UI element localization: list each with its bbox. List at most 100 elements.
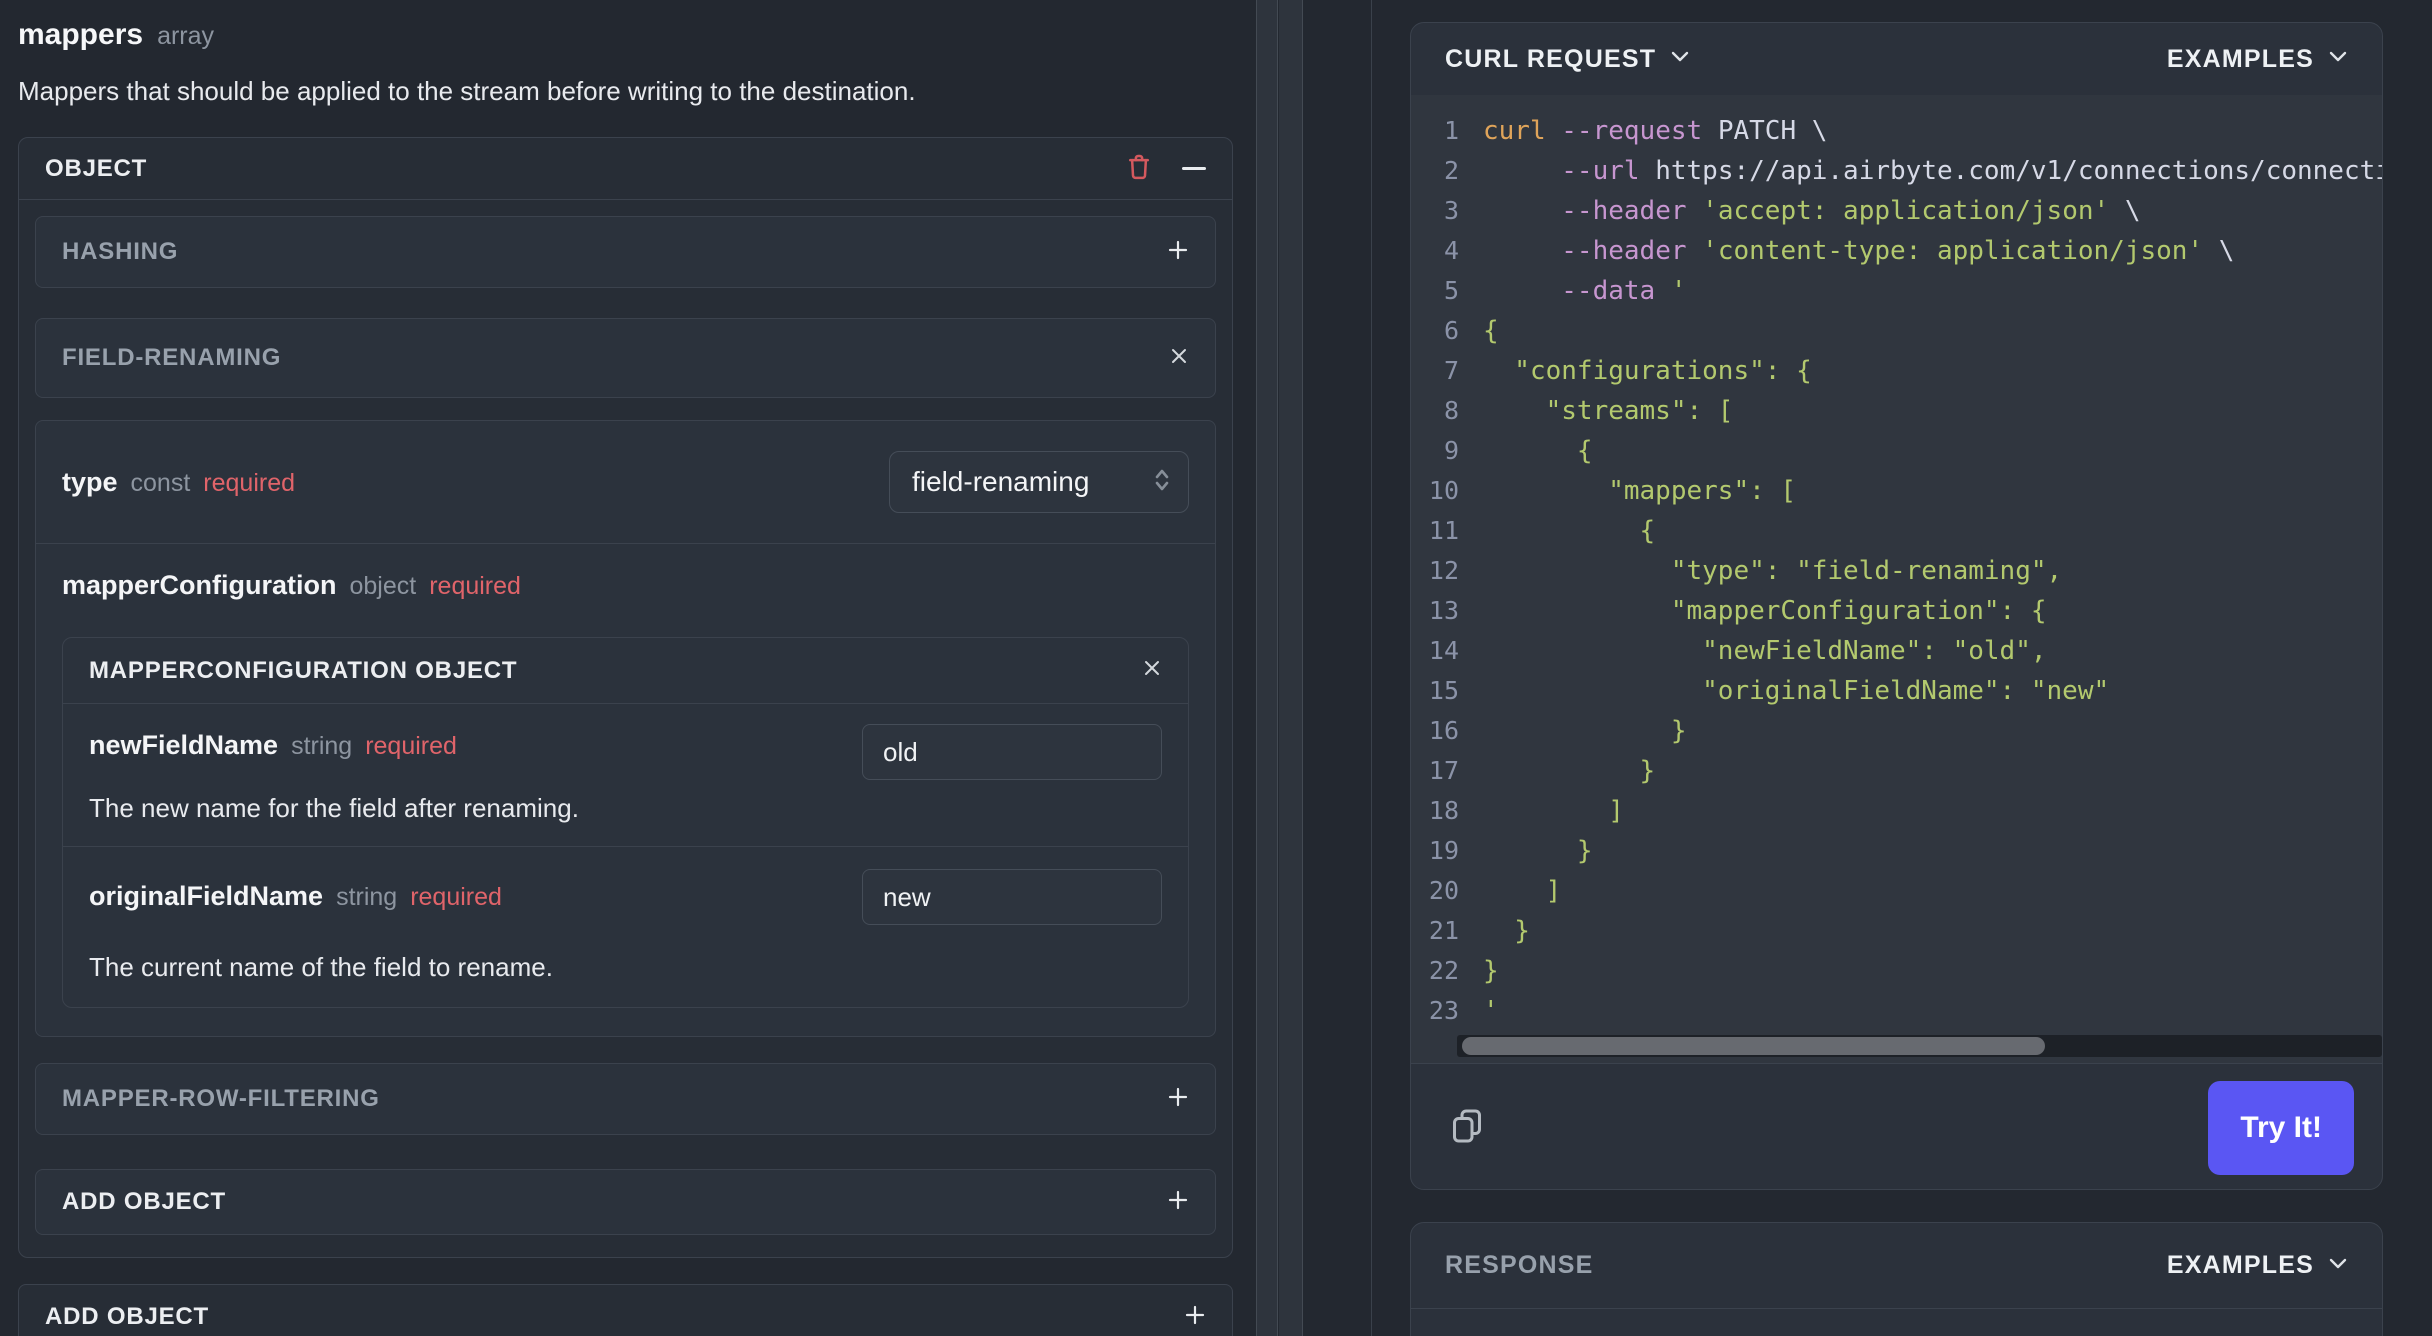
plus-icon[interactable] xyxy=(1167,239,1189,266)
plus-icon[interactable] xyxy=(1167,1086,1189,1113)
property-label-type: type const required xyxy=(62,467,295,498)
code-line: 11 { xyxy=(1411,511,2382,551)
property-required-badge: required xyxy=(429,572,521,600)
code-block: 1 curl --request PATCH \ 2 --url https://a… xyxy=(1411,95,2382,1063)
line-number: 9 xyxy=(1443,436,1459,465)
add-object-button[interactable]: ADD OBJECT xyxy=(35,1169,1216,1235)
chevron-down-icon xyxy=(2328,50,2348,68)
collapse-object-button[interactable] xyxy=(1182,167,1206,170)
left-pane-scrollbar[interactable] xyxy=(1256,0,1278,1336)
line-number: 11 xyxy=(1428,516,1459,545)
field-description: The current name of the field to rename. xyxy=(89,952,553,982)
code-line: 14 "newFieldName": "old", xyxy=(1411,631,2382,671)
code-line: 21 } xyxy=(1411,911,2382,951)
property-required-badge: required xyxy=(203,468,296,497)
field-description: Mappers that should be applied to the st… xyxy=(18,76,916,106)
object-card-header: OBJECT xyxy=(19,138,1232,200)
object-card-actions xyxy=(1124,152,1206,185)
minus-icon xyxy=(1182,167,1206,170)
code-line: 8 "streams": [ xyxy=(1411,391,2382,431)
trash-icon xyxy=(1124,152,1154,185)
close-icon[interactable] xyxy=(1169,346,1189,371)
code-line: 20 ] xyxy=(1411,871,2382,911)
type-select-value: field-renaming xyxy=(912,466,1090,497)
examples-label: EXAMPLES xyxy=(2166,44,2314,73)
try-it-button[interactable]: Try It! xyxy=(2208,1080,2354,1175)
line-number: 19 xyxy=(1428,836,1459,865)
property-row-mapper-configuration: mapperConfiguration object required MAPP… xyxy=(36,544,1215,1036)
delete-object-button[interactable] xyxy=(1124,152,1154,185)
property-name: type xyxy=(62,466,118,497)
line-number: 14 xyxy=(1428,636,1459,665)
copy-code-button[interactable] xyxy=(1447,1106,1487,1149)
line-number: 22 xyxy=(1428,956,1459,985)
code-line: 1 curl --request PATCH \ xyxy=(1411,111,2382,151)
code-line: 16 } xyxy=(1411,711,2382,751)
line-number: 10 xyxy=(1428,476,1459,505)
field-description: The new name for the field after renamin… xyxy=(89,793,579,823)
object-card-title: OBJECT xyxy=(45,154,148,182)
code-line: 3 --header 'accept: application/json' \ xyxy=(1411,191,2382,231)
code-line: 19 } xyxy=(1411,831,2382,871)
field-row-newFieldName: newFieldName string required The new nam… xyxy=(63,704,1188,846)
line-number: 23 xyxy=(1428,996,1459,1025)
response-panel: RESPONSE EXAMPLES xyxy=(1410,1222,2383,1336)
line-number: 20 xyxy=(1428,876,1459,905)
code-line: 23 ' xyxy=(1411,991,2382,1031)
code-line: 22} xyxy=(1411,951,2382,991)
code-line: 7 "configurations": { xyxy=(1411,351,2382,391)
field-row-originalFieldName: originalFieldName string required The cu… xyxy=(63,847,1188,1007)
line-number: 3 xyxy=(1443,196,1459,225)
property-kind: object xyxy=(349,572,417,600)
property-name: mapperConfiguration xyxy=(62,570,337,600)
section-hashing[interactable]: HASHING xyxy=(35,216,1216,288)
curl-request-header: CURL REQUEST EXAMPLES xyxy=(1411,23,2382,95)
line-number: 1 xyxy=(1443,116,1459,145)
line-number: 21 xyxy=(1428,916,1459,945)
plus-icon[interactable] xyxy=(1184,1304,1206,1331)
property-required-badge: required xyxy=(410,883,502,911)
originalFieldName-input[interactable] xyxy=(862,869,1162,925)
response-examples-dropdown[interactable]: EXAMPLES xyxy=(2167,1251,2348,1280)
code-horizontal-scrollbar xyxy=(1457,1035,2382,1057)
plus-icon[interactable] xyxy=(1167,1189,1189,1216)
line-number: 4 xyxy=(1443,236,1459,265)
mapper-configuration-card-title: MAPPERCONFIGURATION OBJECT xyxy=(89,656,518,684)
code-column: CURL REQUEST EXAMPLES 1 curl --request PA… xyxy=(1410,0,2432,1336)
add-object-button-root[interactable]: ADD OBJECT xyxy=(18,1284,1233,1336)
select-stepper-icon xyxy=(1152,467,1172,498)
line-number: 5 xyxy=(1443,276,1459,305)
chevron-down-icon xyxy=(2328,1257,2348,1275)
line-number: 2 xyxy=(1443,156,1459,185)
field-header: mappers array xyxy=(18,18,1233,52)
section-field-renaming-title: FIELD-RENAMING xyxy=(62,344,282,371)
newFieldName-input[interactable] xyxy=(862,724,1162,780)
examples-label: EXAMPLES xyxy=(2166,1251,2314,1279)
property-kind: string xyxy=(291,732,353,760)
section-field-renaming-header[interactable]: FIELD-RENAMING xyxy=(35,318,1216,398)
code-horizontal-scrollbar-thumb[interactable] xyxy=(1462,1037,2045,1055)
request-examples-dropdown[interactable]: EXAMPLES xyxy=(2167,45,2348,74)
line-number: 6 xyxy=(1443,316,1459,345)
property-name: originalFieldName xyxy=(89,881,324,911)
curl-request-dropdown[interactable]: CURL REQUEST xyxy=(1445,45,1690,74)
code-line: 17 } xyxy=(1411,751,2382,791)
curl-request-title: CURL REQUEST xyxy=(1445,44,1657,73)
property-kind: const xyxy=(130,468,191,497)
field-renaming-properties: type const required field-renaming mappe… xyxy=(35,420,1216,1037)
mapper-configuration-card-header: MAPPERCONFIGURATION OBJECT xyxy=(63,638,1188,704)
close-icon[interactable] xyxy=(1142,658,1162,683)
line-number: 15 xyxy=(1428,676,1459,705)
section-mapper-row-filtering[interactable]: MAPPER-ROW-FILTERING xyxy=(35,1063,1216,1135)
code-line: 5 --data ' xyxy=(1411,271,2382,311)
code-line: 6{ xyxy=(1411,311,2382,351)
code-line: 4 --header 'content-type: application/js… xyxy=(1411,231,2382,271)
gutter-scrollbar-track[interactable] xyxy=(1279,0,1303,1336)
type-select[interactable]: field-renaming xyxy=(889,451,1189,513)
column-divider xyxy=(1371,0,1372,1336)
section-mapper-row-filtering-title: MAPPER-ROW-FILTERING xyxy=(62,1085,380,1112)
field-type-badge: array xyxy=(157,22,215,50)
curl-request-panel: CURL REQUEST EXAMPLES 1 curl --request PA… xyxy=(1410,22,2383,1190)
response-header: RESPONSE EXAMPLES xyxy=(1411,1223,2382,1309)
line-number: 13 xyxy=(1428,596,1459,625)
